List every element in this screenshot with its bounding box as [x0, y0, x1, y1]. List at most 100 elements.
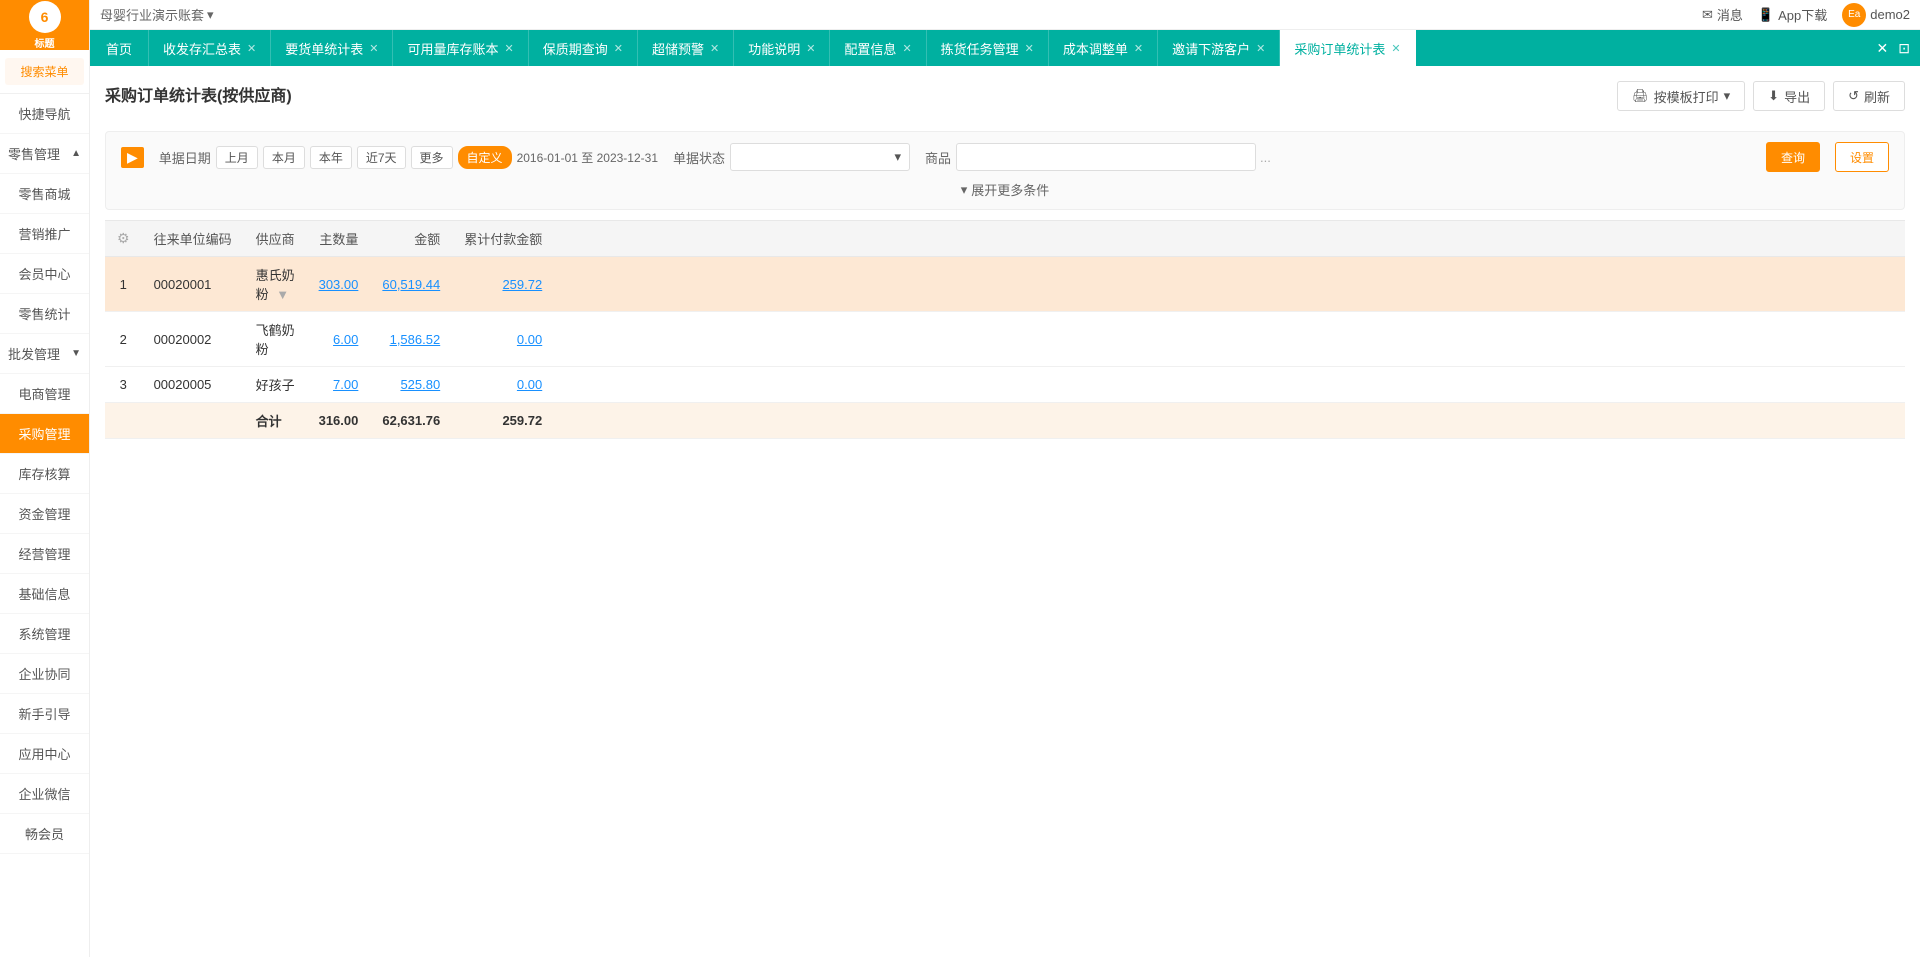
- tab-picking-task[interactable]: 拣货任务管理 ✕: [927, 30, 1049, 66]
- date-opt-this-month[interactable]: 本月: [263, 146, 305, 169]
- workspace-selector[interactable]: 母婴行业演示账套 ▾: [100, 5, 214, 24]
- tab-receipt-summary[interactable]: 收发存汇总表 ✕: [149, 30, 271, 66]
- sidebar-item-enterprise[interactable]: 企业协同: [0, 654, 89, 694]
- sidebar-item-quick-nav[interactable]: 快捷导航: [0, 94, 89, 134]
- page-title: 采购订单统计表(按供应商): [105, 82, 292, 106]
- sidebar-item-marketing[interactable]: 营销推广: [0, 214, 89, 254]
- tab-purchase-summary[interactable]: 采购订单统计表 ✕: [1280, 30, 1415, 66]
- status-select[interactable]: ▾: [730, 143, 910, 171]
- table-row[interactable]: 3 00020005 好孩子 7.00 525.80 0.00: [105, 367, 1905, 403]
- row-quantity[interactable]: 303.00: [307, 257, 371, 312]
- date-opt-this-year[interactable]: 本年: [310, 146, 352, 169]
- goods-filter: 商品 ...: [925, 143, 1271, 171]
- close-icon[interactable]: ✕: [806, 42, 815, 55]
- close-icon[interactable]: ✕: [710, 42, 719, 55]
- sidebar-item-member[interactable]: 会员中心: [0, 254, 89, 294]
- print-button[interactable]: 🖨 按模板打印 ▾: [1617, 81, 1745, 111]
- filter-expand-row: ▾ 展开更多条件: [121, 180, 1889, 199]
- user-profile[interactable]: Ea demo2: [1842, 3, 1910, 27]
- filter-collapse-button[interactable]: ▶: [121, 147, 144, 168]
- col-paid-amount: 累计付款金额: [452, 221, 554, 257]
- expand-more-conditions-button[interactable]: ▾ 展开更多条件: [961, 180, 1050, 199]
- tab-inventory-ledger[interactable]: 可用量库存账本 ✕: [393, 30, 528, 66]
- sidebar-item-basic-info[interactable]: 基础信息: [0, 574, 89, 614]
- goods-input[interactable]: [956, 143, 1256, 171]
- printer-icon: 🖨: [1632, 88, 1649, 104]
- sidebar-item-inventory[interactable]: 库存核算: [0, 454, 89, 494]
- export-button[interactable]: ⬇ 导出: [1753, 81, 1825, 111]
- refresh-button[interactable]: ↺ 刷新: [1833, 81, 1905, 111]
- sidebar-item-wholesale[interactable]: 批发管理 ▼: [0, 334, 89, 374]
- col-amount: 金额: [370, 221, 452, 257]
- row-quantity[interactable]: 7.00: [307, 367, 371, 403]
- goods-more-icon[interactable]: ...: [1260, 150, 1271, 165]
- row-amount[interactable]: 60,519.44: [370, 257, 452, 312]
- footer-quantity: 316.00: [307, 403, 371, 439]
- tab-home[interactable]: 首页: [90, 30, 149, 66]
- sidebar-item-purchase[interactable]: 采购管理: [0, 414, 89, 454]
- row-quantity[interactable]: 6.00: [307, 312, 371, 367]
- close-icon[interactable]: ✕: [369, 42, 378, 55]
- gear-icon[interactable]: ⚙: [117, 230, 130, 246]
- chevron-up-icon: ▲: [71, 148, 81, 159]
- sidebar-item-operations[interactable]: 经营管理: [0, 534, 89, 574]
- close-icon[interactable]: ✕: [1134, 42, 1143, 55]
- date-opt-more[interactable]: 更多: [411, 146, 453, 169]
- sidebar-item-retail-stats[interactable]: 零售统计: [0, 294, 89, 334]
- close-icon[interactable]: ✕: [902, 42, 911, 55]
- row-paid-amount[interactable]: 0.00: [452, 367, 554, 403]
- date-opt-7days[interactable]: 近7天: [357, 146, 406, 169]
- sidebar-item-capital[interactable]: 资金管理: [0, 494, 89, 534]
- row-supplier: 惠氏奶粉 ▼: [244, 257, 307, 312]
- sidebar-item-guide[interactable]: 新手引导: [0, 694, 89, 734]
- close-icon[interactable]: ✕: [247, 42, 256, 55]
- table-row[interactable]: 1 00020001 惠氏奶粉 ▼ 303.00 60,519.44 259.7…: [105, 257, 1905, 312]
- row-amount[interactable]: 525.80: [370, 367, 452, 403]
- row-extra: [554, 312, 1905, 367]
- row-seq: 3: [105, 367, 142, 403]
- tabbar-controls: ✕ ⊡: [1867, 30, 1920, 66]
- close-icon[interactable]: ✕: [1391, 42, 1400, 55]
- sidebar-item-retail-shop[interactable]: 零售商城: [0, 174, 89, 214]
- close-icon[interactable]: ✕: [505, 42, 514, 55]
- date-opt-last-month[interactable]: 上月: [216, 146, 258, 169]
- query-button[interactable]: 查询: [1766, 142, 1820, 172]
- chevron-down-icon: ▼: [71, 348, 81, 359]
- date-opt-custom[interactable]: 自定义: [458, 146, 512, 169]
- tab-expiry-query[interactable]: 保质期查询 ✕: [529, 30, 638, 66]
- sidebar-item-vip[interactable]: 畅会员: [0, 814, 89, 854]
- row-paid-amount[interactable]: 0.00: [452, 312, 554, 367]
- close-icon[interactable]: ✕: [1256, 42, 1265, 55]
- row-paid-amount[interactable]: 259.72: [452, 257, 554, 312]
- sidebar-item-enterprise-wx[interactable]: 企业微信: [0, 774, 89, 814]
- row-extra: [554, 257, 1905, 312]
- settings-button[interactable]: 设置: [1835, 142, 1889, 172]
- topbar-workspace: 母婴行业演示账套 ▾: [100, 5, 214, 24]
- tab-config-info[interactable]: 配置信息 ✕: [830, 30, 926, 66]
- filter-row: ▶ 单据日期 上月 本月 本年 近7天 更多 自定义 2016-01-01 至 …: [121, 142, 1889, 172]
- sidebar-search-button[interactable]: 搜索菜单: [5, 58, 84, 85]
- topbar-right: ✉ 消息 📱 App下载 Ea demo2: [1702, 3, 1910, 27]
- close-icon[interactable]: ✕: [1025, 42, 1034, 55]
- app-download-button[interactable]: 📱 App下载: [1758, 5, 1827, 24]
- chevron-down-icon: ▾: [961, 182, 968, 198]
- tab-overstock-alert[interactable]: 超储预警 ✕: [638, 30, 734, 66]
- sidebar-item-app-center[interactable]: 应用中心: [0, 734, 89, 774]
- close-icon[interactable]: ✕: [614, 42, 623, 55]
- tab-function-desc[interactable]: 功能说明 ✕: [734, 30, 830, 66]
- tab-order-summary[interactable]: 要货单统计表 ✕: [271, 30, 393, 66]
- sidebar: 6 标题 搜索菜单 快捷导航 零售管理 ▲ 零售商城 营销推广 会员中心 零售统…: [0, 0, 90, 957]
- close-window-icon[interactable]: ✕: [1877, 40, 1889, 57]
- tab-cost-adjust[interactable]: 成本调整单 ✕: [1049, 30, 1158, 66]
- message-icon: ✉: [1702, 7, 1713, 23]
- message-button[interactable]: ✉ 消息: [1702, 5, 1743, 24]
- sidebar-item-ecommerce[interactable]: 电商管理: [0, 374, 89, 414]
- sidebar-item-retail[interactable]: 零售管理 ▲: [0, 134, 89, 174]
- footer-extra: [554, 403, 1905, 439]
- tab-invite-downstream[interactable]: 邀请下游客户 ✕: [1158, 30, 1280, 66]
- table-row[interactable]: 2 00020002 飞鹤奶粉 6.00 1,586.52 0.00: [105, 312, 1905, 367]
- maximize-icon[interactable]: ⊡: [1898, 40, 1910, 57]
- row-amount[interactable]: 1,586.52: [370, 312, 452, 367]
- expand-icon[interactable]: ▼: [276, 287, 289, 302]
- sidebar-item-system[interactable]: 系统管理: [0, 614, 89, 654]
